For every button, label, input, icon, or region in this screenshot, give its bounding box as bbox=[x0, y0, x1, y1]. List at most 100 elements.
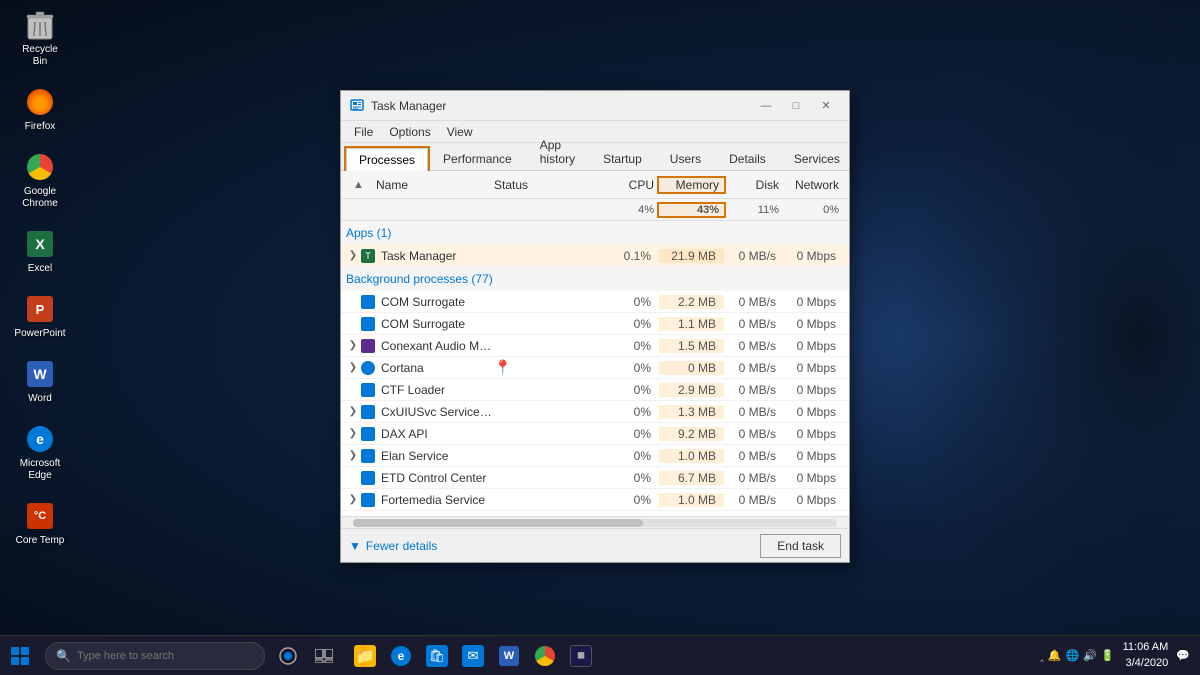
process-memory: 1.0 MB bbox=[659, 493, 724, 507]
tab-services[interactable]: Services bbox=[781, 147, 853, 170]
taskbar-app-extra[interactable]: ◼ bbox=[563, 636, 599, 675]
apps-section-header[interactable]: Apps (1) bbox=[341, 221, 849, 245]
table-row[interactable]: ❯ CxUIUSvc Service (32 bit) 0% 1.3 MB 0 … bbox=[341, 401, 849, 423]
table-row[interactable]: ❯ T Task Manager 0.1% 21.9 MB 0 MB/s 0 M… bbox=[341, 245, 849, 267]
expand-icon[interactable]: ❯ bbox=[346, 362, 360, 373]
firefox-icon-desktop[interactable]: Firefox bbox=[10, 82, 70, 137]
tab-details[interactable]: Details bbox=[716, 147, 779, 170]
background-section-title[interactable]: Background processes (77) bbox=[346, 272, 493, 286]
expand-icon[interactable]: ❯ bbox=[346, 494, 360, 505]
table-row[interactable]: ❯ Cortana 📍 0% 0 MB 0 MB/s 0 Mbps bbox=[341, 357, 849, 379]
horizontal-scrollbar[interactable] bbox=[341, 516, 849, 528]
cortana-button[interactable] bbox=[270, 636, 306, 675]
menu-options[interactable]: Options bbox=[381, 123, 438, 141]
action-center-icon[interactable]: 💬 bbox=[1176, 649, 1190, 662]
search-input[interactable] bbox=[77, 650, 247, 662]
process-icon bbox=[360, 294, 376, 310]
table-row[interactable]: ❯ Elan Service 0% 1.0 MB 0 MB/s 0 Mbps bbox=[341, 445, 849, 467]
process-disk: 0 MB/s bbox=[724, 383, 784, 397]
apps-section-title[interactable]: Apps (1) bbox=[346, 226, 391, 240]
end-task-button[interactable]: End task bbox=[760, 534, 841, 558]
task-manager-title: Task Manager bbox=[371, 99, 751, 113]
sort-arrow[interactable]: ▲ bbox=[346, 179, 371, 191]
process-list[interactable]: Apps (1) ❯ T Task Manager 0.1% 21.9 MB 0… bbox=[341, 221, 849, 516]
col-memory[interactable]: Memory bbox=[659, 178, 724, 192]
col-name[interactable]: Name bbox=[371, 178, 494, 192]
edge-label: Microsoft Edge bbox=[14, 458, 66, 482]
task-manager-content: ▲ Name Status CPU Memory Disk Network 4%… bbox=[341, 171, 849, 528]
search-icon: 🔍 bbox=[56, 649, 71, 663]
tray-time[interactable]: 11:06 AM 3/4/2020 bbox=[1123, 640, 1169, 671]
expand-icon[interactable]: ❯ bbox=[346, 450, 360, 461]
tab-processes[interactable]: Processes bbox=[346, 148, 428, 171]
expand-icon[interactable]: ❯ bbox=[346, 250, 360, 261]
table-row[interactable]: ETD Control Center 0% 6.7 MB 0 MB/s 0 Mb… bbox=[341, 467, 849, 489]
process-disk: 0 MB/s bbox=[724, 317, 784, 331]
expand-icon[interactable]: ❯ bbox=[346, 340, 360, 351]
tray-notification[interactable]: 🔔 bbox=[1048, 649, 1062, 662]
process-network: 0 Mbps bbox=[784, 339, 844, 353]
minimize-button[interactable]: — bbox=[751, 96, 781, 116]
powerpoint-icon-desktop[interactable]: P PowerPoint bbox=[10, 289, 70, 344]
word-icon-desktop[interactable]: W Word bbox=[10, 354, 70, 409]
taskbar-app-edge[interactable]: e bbox=[383, 636, 419, 675]
table-row[interactable]: COM Surrogate 0% 1.1 MB 0 MB/s 0 Mbps bbox=[341, 313, 849, 335]
process-icon bbox=[360, 360, 376, 376]
tray-volume[interactable]: 🔊 bbox=[1083, 649, 1097, 662]
process-disk: 0 MB/s bbox=[724, 361, 784, 375]
table-row[interactable]: ❯ Fortemedia Service 0% 1.0 MB 0 MB/s 0 … bbox=[341, 489, 849, 511]
desktop-icons: Recycle Bin Firefox Google Chrome X Exce… bbox=[10, 5, 70, 551]
taskbar-search[interactable]: 🔍 bbox=[45, 642, 265, 670]
taskbar-app-file-explorer[interactable]: 📁 bbox=[347, 636, 383, 675]
system-tray: ‸ 🔔 🌐 🔊 🔋 11:06 AM 3/4/2020 💬 bbox=[1030, 636, 1200, 675]
process-disk: 0 MB/s bbox=[724, 427, 784, 441]
tab-startup[interactable]: Startup bbox=[590, 147, 655, 170]
coretemp-label: Core Temp bbox=[16, 535, 65, 547]
recycle-bin-graphic bbox=[24, 9, 56, 41]
coretemp-icon-desktop[interactable]: °C Core Temp bbox=[10, 496, 70, 551]
col-network[interactable]: Network bbox=[784, 178, 844, 192]
tab-performance[interactable]: Performance bbox=[430, 147, 525, 170]
taskbar-app-mail[interactable]: ✉ bbox=[455, 636, 491, 675]
process-memory: 1.0 MB bbox=[659, 449, 724, 463]
recycle-bin-icon[interactable]: Recycle Bin bbox=[10, 5, 70, 72]
hscroll-track[interactable] bbox=[353, 519, 837, 527]
background-section-header[interactable]: Background processes (77) bbox=[341, 267, 849, 291]
process-cpu: 0% bbox=[604, 295, 659, 309]
menu-view[interactable]: View bbox=[439, 123, 481, 141]
hscroll-thumb[interactable] bbox=[353, 519, 643, 527]
table-row[interactable]: CTF Loader 0% 2.9 MB 0 MB/s 0 Mbps bbox=[341, 379, 849, 401]
chrome-icon-desktop[interactable]: Google Chrome bbox=[10, 147, 70, 214]
maximize-button[interactable]: □ bbox=[781, 96, 811, 116]
tray-chevron[interactable]: ‸ bbox=[1040, 649, 1044, 662]
tray-battery[interactable]: 🔋 bbox=[1101, 649, 1115, 662]
taskbar-app-store[interactable]: 🛍 bbox=[419, 636, 455, 675]
window-controls: — □ ✕ bbox=[751, 96, 841, 116]
col-disk[interactable]: Disk bbox=[724, 178, 784, 192]
process-name: CxUIUSvc Service (32 bit) bbox=[381, 405, 494, 419]
process-icon-taskman: T bbox=[360, 248, 376, 264]
start-button[interactable] bbox=[0, 636, 40, 675]
expand-icon[interactable]: ❯ bbox=[346, 428, 360, 439]
table-row[interactable]: ❯ Conexant Audio Message Service 0% 1.5 … bbox=[341, 335, 849, 357]
tray-network[interactable]: 🌐 bbox=[1066, 649, 1080, 662]
tab-app-history[interactable]: App history bbox=[527, 133, 588, 170]
task-view-button[interactable] bbox=[306, 636, 342, 675]
expand-icon[interactable]: ❯ bbox=[346, 406, 360, 417]
taskbar-app-chrome[interactable] bbox=[527, 636, 563, 675]
table-row[interactable]: ❯ DAX API 0% 9.2 MB 0 MB/s 0 Mbps bbox=[341, 423, 849, 445]
table-row[interactable]: COM Surrogate 0% 2.2 MB 0 MB/s 0 Mbps bbox=[341, 291, 849, 313]
stat-cpu: 4% bbox=[604, 204, 659, 216]
fewer-details-button[interactable]: ▼ Fewer details bbox=[349, 539, 437, 553]
excel-icon-desktop[interactable]: X Excel bbox=[10, 224, 70, 279]
edge-icon-desktop[interactable]: e Microsoft Edge bbox=[10, 419, 70, 486]
col-cpu[interactable]: CPU bbox=[604, 178, 659, 192]
tab-users[interactable]: Users bbox=[657, 147, 714, 170]
process-icon bbox=[360, 492, 376, 508]
close-button[interactable]: ✕ bbox=[811, 96, 841, 116]
process-name: Cortana bbox=[381, 361, 494, 375]
menu-file[interactable]: File bbox=[346, 123, 381, 141]
taskbar-app-word[interactable]: W bbox=[491, 636, 527, 675]
col-status[interactable]: Status bbox=[494, 178, 604, 192]
process-disk: 0 MB/s bbox=[724, 471, 784, 485]
